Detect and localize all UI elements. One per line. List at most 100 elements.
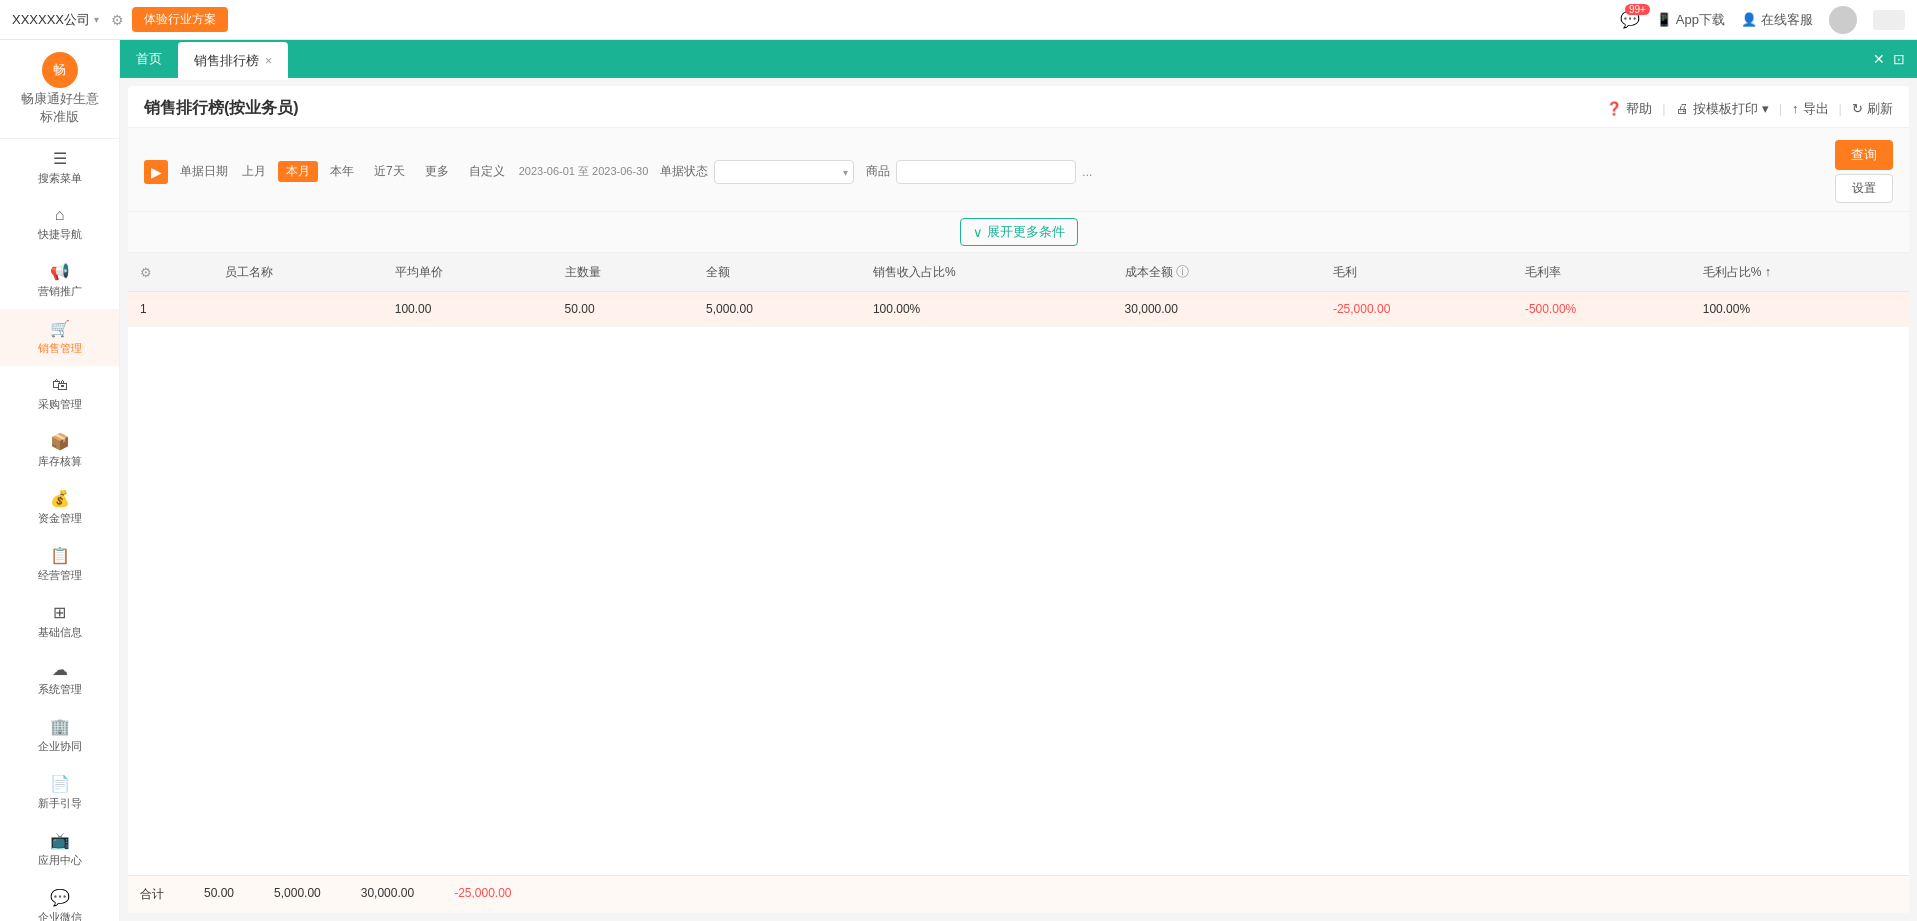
data-table: ⚙ 员工名称 平均单价 主数量 全额 销售收入占比% 成本全额 ⓘ 毛利 毛利率… [128, 253, 1909, 327]
col-gross-rate: 毛利率 [1513, 253, 1691, 292]
cell-employee-name [213, 292, 383, 327]
date-tab-7days[interactable]: 近7天 [366, 161, 413, 182]
goods-input[interactable] [896, 160, 1076, 184]
enterprise-icon: 🏢 [50, 717, 70, 736]
col-settings[interactable]: ⚙ [128, 253, 213, 292]
expand-bar: ∨ 展开更多条件 [128, 212, 1909, 253]
sidebar-item-system[interactable]: ☁ 系统管理 [0, 650, 119, 707]
status-select[interactable] [714, 160, 854, 184]
filter-bar: ▶ 单据日期 上月 本月 本年 近7天 更多 自定义 2023-06-01 至 … [128, 128, 1909, 212]
trial-button[interactable]: 体验行业方案 [132, 7, 228, 32]
export-icon: ↑ [1792, 101, 1799, 116]
print-btn[interactable]: 🖨 按模板打印 ▾ [1676, 100, 1769, 118]
print-chevron-icon: ▾ [1762, 101, 1769, 116]
sidebar-item-operations[interactable]: 📋 经营管理 [0, 536, 119, 593]
logo-title: 畅康通好生意 标准版 [21, 90, 99, 126]
marketing-icon: 📢 [50, 262, 70, 281]
top-right: 💬 99+ 📱 App下载 👤 在线客服 [1620, 6, 1905, 34]
sidebar-item-purchase[interactable]: 🛍 采购管理 [0, 366, 119, 422]
sidebar-item-inventory[interactable]: 📦 库存核算 [0, 422, 119, 479]
date-range-display: 2023-06-01 至 2023-06-30 [519, 164, 649, 179]
help-btn[interactable]: ❓ 帮助 [1606, 100, 1652, 118]
sidebar-item-finance[interactable]: 💰 资金管理 [0, 479, 119, 536]
tab-close-icon[interactable]: × [265, 54, 272, 68]
refresh-icon: ↻ [1852, 101, 1863, 116]
app-download-btn[interactable]: 📱 App下载 [1656, 11, 1725, 29]
finance-icon: 💰 [50, 489, 70, 508]
date-filter-label: 单据日期 [180, 163, 228, 180]
gear-icon[interactable]: ⚙ [111, 12, 124, 28]
expand-conditions-btn[interactable]: ∨ 展开更多条件 [960, 218, 1078, 246]
purchase-icon: 🛍 [52, 376, 68, 394]
table-header-row: ⚙ 员工名称 平均单价 主数量 全额 销售收入占比% 成本全额 ⓘ 毛利 毛利率… [128, 253, 1909, 292]
filter-arrow-icon[interactable]: ▶ [144, 160, 168, 184]
message-icon[interactable]: 💬 99+ [1620, 10, 1640, 29]
avatar[interactable] [1829, 6, 1857, 34]
sidebar-item-search[interactable]: ☰ 搜索菜单 [0, 139, 119, 196]
page-title: 销售排行榜(按业务员) [144, 98, 299, 119]
tab-sales-ranking[interactable]: 销售排行榜 × [178, 42, 288, 80]
date-filter-group: 单据日期 上月 本月 本年 近7天 更多 自定义 2023-06-01 至 20… [180, 161, 648, 182]
sidebar-item-sales[interactable]: 🛒 销售管理 [0, 309, 119, 366]
col-total: 全额 [694, 253, 861, 292]
sidebar-item-guide[interactable]: 📄 新手引导 [0, 764, 119, 821]
col-employee-name: 员工名称 [213, 253, 383, 292]
tab-home[interactable]: 首页 [120, 40, 178, 78]
table-wrap: ⚙ 员工名称 平均单价 主数量 全额 销售收入占比% 成本全额 ⓘ 毛利 毛利率… [128, 253, 1909, 875]
export-btn[interactable]: ↑ 导出 [1792, 100, 1829, 118]
goods-more-btn[interactable]: ... [1082, 165, 1092, 179]
sidebar-item-quick-nav[interactable]: ⌂ 快捷导航 [0, 196, 119, 252]
maximize-window-icon[interactable]: ⊡ [1893, 51, 1905, 67]
message-badge: 99+ [1625, 4, 1650, 15]
footer-label: 合计 [140, 886, 164, 903]
settings-button[interactable]: 设置 [1835, 174, 1893, 203]
cost-info-icon[interactable]: ⓘ [1176, 264, 1189, 279]
table-footer: 合计 50.00 5,000.00 30,000.00 -25,000.00 [128, 875, 1909, 913]
col-gross: 毛利 [1321, 253, 1513, 292]
cell-gross: -25,000.00 [1321, 292, 1513, 327]
filter-right-buttons: 查询 设置 [1835, 140, 1893, 203]
cell-rank: 1 [128, 292, 213, 327]
sidebar-item-wechat[interactable]: 💬 企业微信 [0, 878, 119, 921]
print-icon: 🖨 [1676, 101, 1689, 116]
cell-total: 5,000.00 [694, 292, 861, 327]
home-icon: ⌂ [55, 206, 65, 224]
cell-main-qty: 50.00 [553, 292, 695, 327]
top-bar: XXXXXX公司 ▾ ⚙ 体验行业方案 💬 99+ 📱 App下载 👤 在线客服 [0, 0, 1917, 40]
refresh-btn[interactable]: ↻ 刷新 [1852, 100, 1893, 118]
system-icon: ☁ [52, 660, 68, 679]
download-icon: 📱 [1656, 12, 1672, 27]
date-tab-this-year[interactable]: 本年 [322, 161, 362, 182]
col-sales-pct: 销售收入占比% [861, 253, 1113, 292]
col-cost: 成本全额 ⓘ [1113, 253, 1321, 292]
inventory-icon: 📦 [50, 432, 70, 451]
company-selector[interactable]: XXXXXX公司 ▾ [12, 11, 99, 29]
page-content: 销售排行榜(按业务员) ❓ 帮助 | 🖨 按模板打印 ▾ | ↑ [128, 86, 1909, 913]
sort-icon: ↑ [1765, 264, 1772, 279]
status-select-wrap [714, 160, 854, 184]
logo-area: 畅 畅康通好生意 标准版 [0, 40, 119, 139]
sidebar-item-marketing[interactable]: 📢 营销推广 [0, 252, 119, 309]
footer-total: 5,000.00 [274, 886, 321, 903]
column-settings-icon[interactable]: ⚙ [140, 265, 152, 280]
footer-gross: -25,000.00 [454, 886, 511, 903]
date-tab-more[interactable]: 更多 [417, 161, 457, 182]
online-service-btn[interactable]: 👤 在线客服 [1741, 11, 1813, 29]
date-tab-custom[interactable]: 自定义 [461, 161, 513, 182]
sidebar: 畅 畅康通好生意 标准版 ☰ 搜索菜单 ⌂ 快捷导航 📢 营销推广 🛒 销售管理… [0, 40, 120, 921]
chevron-down-icon: ▾ [94, 14, 99, 25]
close-window-icon[interactable]: ✕ [1873, 51, 1885, 67]
sidebar-item-enterprise[interactable]: 🏢 企业协同 [0, 707, 119, 764]
separator-2: | [1779, 101, 1782, 116]
date-tab-last-month[interactable]: 上月 [234, 161, 274, 182]
separator-3: | [1839, 101, 1842, 116]
app-center-icon: 📺 [50, 831, 70, 850]
footer-cost: 30,000.00 [361, 886, 414, 903]
query-button[interactable]: 查询 [1835, 140, 1893, 170]
sidebar-item-basic[interactable]: ⊞ 基础信息 [0, 593, 119, 650]
separator-1: | [1662, 101, 1665, 116]
sidebar-item-app-center[interactable]: 📺 应用中心 [0, 821, 119, 878]
col-gross-pct[interactable]: 毛利占比% ↑ [1691, 253, 1909, 292]
cell-avg-price: 100.00 [383, 292, 553, 327]
date-tab-this-month[interactable]: 本月 [278, 161, 318, 182]
